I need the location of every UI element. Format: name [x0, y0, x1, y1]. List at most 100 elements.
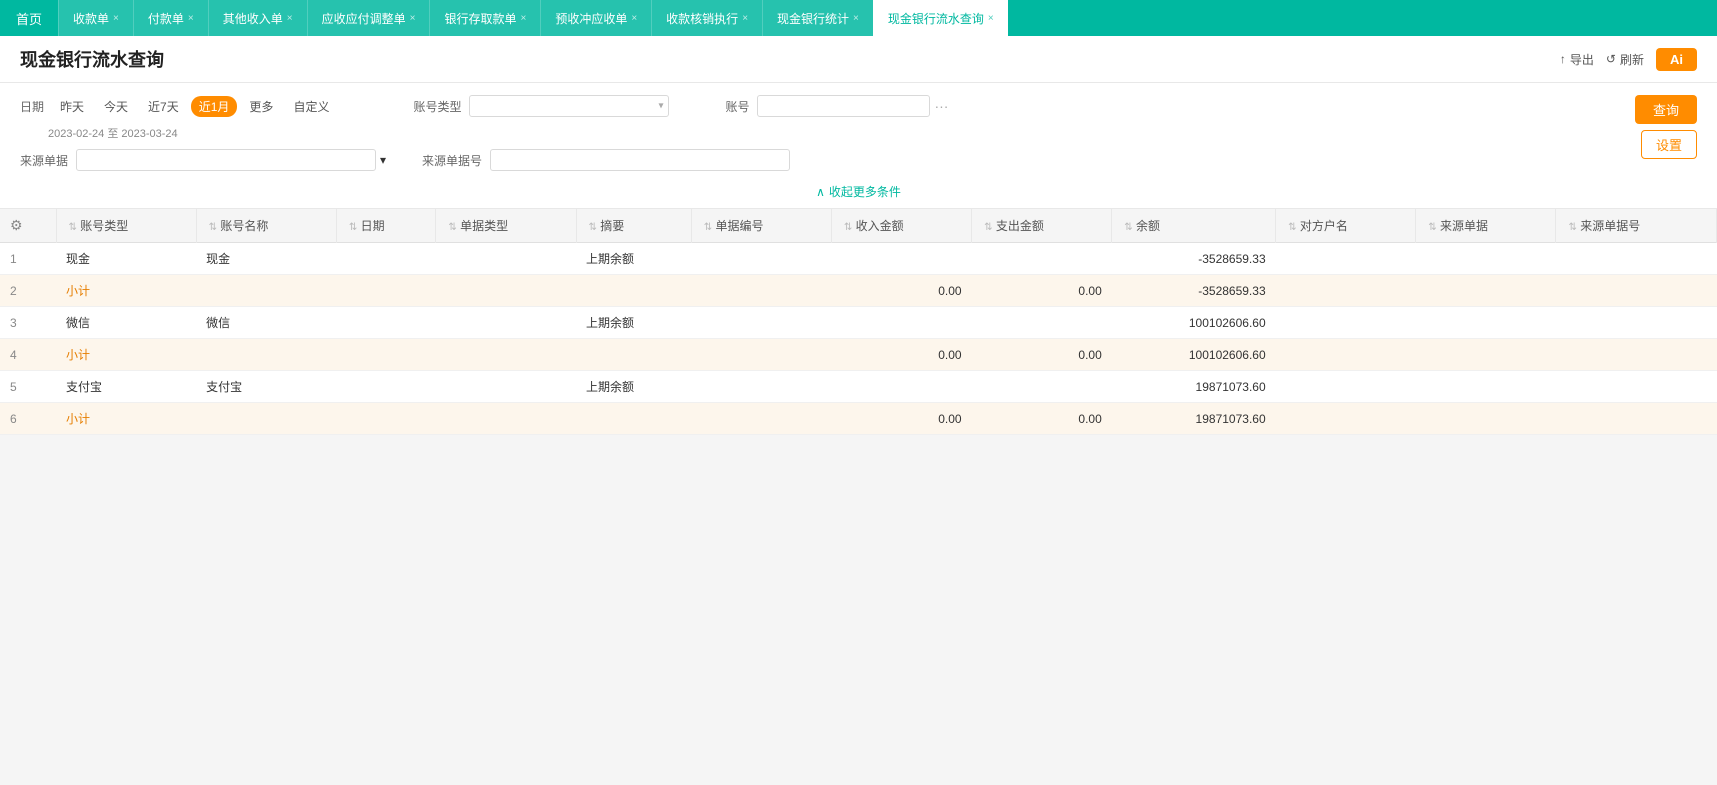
- sort-icon: ⇅: [1124, 222, 1132, 233]
- account-name-cell: [196, 275, 336, 307]
- date-opt-today[interactable]: 今天: [96, 96, 136, 117]
- right-buttons: 查询 设置: [1635, 95, 1697, 179]
- col-counterpart[interactable]: ⇅ 对方户名: [1276, 209, 1416, 243]
- ai-button[interactable]: Ai: [1656, 48, 1697, 71]
- sort-icon: ⇅: [349, 222, 357, 233]
- date-opt-yesterday[interactable]: 昨天: [52, 96, 92, 117]
- balance-cell: -3528659.33: [1112, 275, 1276, 307]
- nav-tab-收款核销执行[interactable]: 收款核销执行 ×: [651, 0, 762, 36]
- account-name-cell: 现金: [196, 243, 336, 275]
- expense-cell: 0.00: [972, 339, 1112, 371]
- close-icon[interactable]: ×: [113, 13, 119, 24]
- source-doc-cell: [1416, 371, 1556, 403]
- close-icon[interactable]: ×: [188, 13, 194, 24]
- nav-tab-应收应付调整单[interactable]: 应收应付调整单 ×: [307, 0, 430, 36]
- doc-no-cell: [691, 243, 831, 275]
- doc-type-cell: [436, 403, 576, 435]
- collapse-bar[interactable]: ∧ 收起更多条件: [20, 179, 1697, 200]
- source-doc-no-cell: [1556, 371, 1717, 403]
- close-icon[interactable]: ×: [853, 13, 859, 24]
- date-cell: [336, 371, 436, 403]
- col-doc-no[interactable]: ⇅ 单据编号: [691, 209, 831, 243]
- query-button[interactable]: 查询: [1635, 95, 1697, 124]
- expense-cell: [972, 307, 1112, 339]
- source-doc-no-cell: [1556, 275, 1717, 307]
- sort-icon: ⇅: [984, 222, 992, 233]
- sort-icon: ⇅: [69, 222, 77, 233]
- table-row: 1现金现金上期余额-3528659.33: [0, 243, 1717, 275]
- close-icon[interactable]: ×: [410, 13, 416, 24]
- date-range-display: 2023-02-24 至 2023-03-24: [48, 128, 178, 140]
- account-type-cell: 支付宝: [56, 371, 196, 403]
- doc-no-cell: [691, 371, 831, 403]
- source-doc-select[interactable]: [76, 149, 376, 171]
- expense-cell: [972, 371, 1112, 403]
- export-button[interactable]: ↑ 导出: [1560, 51, 1594, 68]
- date-cell: [336, 243, 436, 275]
- nav-tab-付款单[interactable]: 付款单 ×: [133, 0, 208, 36]
- col-account-type[interactable]: ⇅ 账号类型: [56, 209, 196, 243]
- row-number: 2: [0, 275, 56, 307]
- nav-tab-现金银行统计[interactable]: 现金银行统计 ×: [762, 0, 873, 36]
- row-number: 3: [0, 307, 56, 339]
- sort-icon: ⇅: [209, 222, 217, 233]
- data-table: ⚙ ⇅ 账号类型 ⇅ 账号名称 ⇅ 日期 ⇅ 单据类型 ⇅ 摘要 ⇅ 单据编号 …: [0, 209, 1717, 435]
- account-filter-block: 账号 ···: [725, 95, 948, 117]
- col-doc-type[interactable]: ⇅ 单据类型: [436, 209, 576, 243]
- expense-cell: 0.00: [972, 275, 1112, 307]
- doc-type-cell: [436, 307, 576, 339]
- col-account-name[interactable]: ⇅ 账号名称: [196, 209, 336, 243]
- nav-tab-现金银行流水查询[interactable]: 现金银行流水查询 ×: [873, 0, 1008, 36]
- filter-area: 日期 昨天 今天 近7天 近1月 更多 自定义 账号类型: [0, 83, 1717, 209]
- account-input[interactable]: [757, 95, 930, 117]
- header-actions: ↑ 导出 ↺ 刷新 Ai: [1560, 48, 1697, 71]
- source-doc-no-input[interactable]: [490, 149, 790, 171]
- date-opt-1month[interactable]: 近1月: [191, 96, 238, 117]
- nav-tab-银行存取款单[interactable]: 银行存取款单 ×: [429, 0, 540, 36]
- close-icon[interactable]: ×: [988, 13, 994, 24]
- sort-icon: ⇅: [1288, 222, 1296, 233]
- close-icon[interactable]: ×: [631, 13, 637, 24]
- more-dots-icon[interactable]: ···: [934, 98, 948, 114]
- col-income[interactable]: ⇅ 收入金额: [831, 209, 971, 243]
- col-source-doc[interactable]: ⇅ 来源单据: [1416, 209, 1556, 243]
- nav-tab-预收冲应收单[interactable]: 预收冲应收单 ×: [540, 0, 651, 36]
- source-doc-cell: [1416, 339, 1556, 371]
- balance-cell: 100102606.60: [1112, 307, 1276, 339]
- col-expense[interactable]: ⇅ 支出金额: [972, 209, 1112, 243]
- col-balance[interactable]: ⇅ 余额: [1112, 209, 1276, 243]
- account-type-select-wrapper: ▾: [469, 95, 669, 117]
- col-gear[interactable]: ⚙: [0, 209, 56, 243]
- sort-icon: ⇅: [589, 222, 597, 233]
- close-icon[interactable]: ×: [287, 13, 293, 24]
- date-opt-more[interactable]: 更多: [241, 96, 281, 117]
- table-row: 6小计0.000.0019871073.60: [0, 403, 1717, 435]
- close-icon[interactable]: ×: [520, 13, 526, 24]
- summary-cell: [576, 339, 691, 371]
- source-doc-select-wrap: ▾: [76, 149, 386, 171]
- sort-icon: ⇅: [448, 222, 456, 233]
- refresh-button[interactable]: ↺ 刷新: [1606, 51, 1644, 68]
- balance-cell: -3528659.33: [1112, 243, 1276, 275]
- counterpart-cell: [1276, 339, 1416, 371]
- refresh-icon: ↺: [1606, 52, 1616, 66]
- table-header-row: ⚙ ⇅ 账号类型 ⇅ 账号名称 ⇅ 日期 ⇅ 单据类型 ⇅ 摘要 ⇅ 单据编号 …: [0, 209, 1717, 243]
- close-icon[interactable]: ×: [742, 13, 748, 24]
- date-opt-7days[interactable]: 近7天: [140, 96, 187, 117]
- nav-tab-其他收入单[interactable]: 其他收入单 ×: [208, 0, 307, 36]
- date-cell: [336, 275, 436, 307]
- setting-button[interactable]: 设置: [1641, 130, 1697, 159]
- account-type-cell: 现金: [56, 243, 196, 275]
- col-source-doc-no[interactable]: ⇅ 来源单据号: [1556, 209, 1717, 243]
- nav-home[interactable]: 首页: [0, 0, 58, 36]
- account-input-wrap: ···: [757, 95, 948, 117]
- date-opt-custom[interactable]: 自定义: [285, 96, 337, 117]
- expense-cell: 0.00: [972, 403, 1112, 435]
- nav-tab-收款单[interactable]: 收款单 ×: [58, 0, 133, 36]
- col-date[interactable]: ⇅ 日期: [336, 209, 436, 243]
- doc-no-cell: [691, 339, 831, 371]
- account-type-select[interactable]: [469, 95, 669, 117]
- income-cell: 0.00: [831, 339, 971, 371]
- col-summary[interactable]: ⇅ 摘要: [576, 209, 691, 243]
- doc-type-cell: [436, 243, 576, 275]
